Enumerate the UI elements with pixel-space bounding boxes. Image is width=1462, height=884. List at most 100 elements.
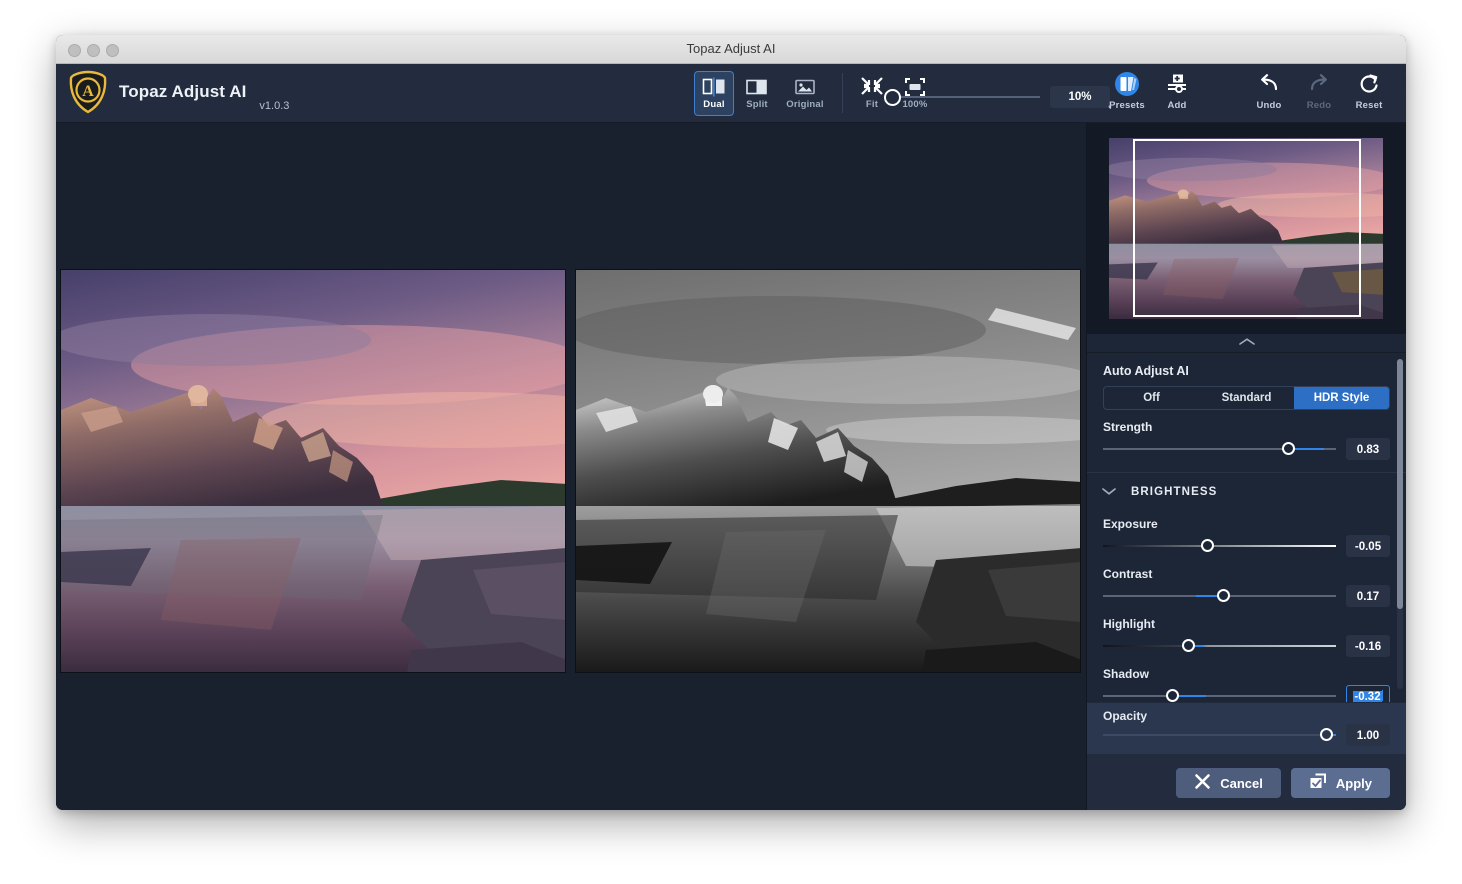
brightness-section-label: BRIGHTNESS <box>1131 486 1217 498</box>
contrast-slider-row: 0.17 <box>1103 585 1390 607</box>
reset-icon <box>1356 71 1382 97</box>
contrast-value-field[interactable]: 0.17 <box>1346 585 1390 607</box>
strength-slider-knob[interactable] <box>1282 442 1295 455</box>
close-x-icon <box>1194 773 1211 793</box>
auto-adjust-mode-standard[interactable]: Standard <box>1199 387 1294 409</box>
cancel-label: Cancel <box>1220 776 1263 791</box>
app-name: Topaz Adjust AI <box>119 82 246 102</box>
opacity-track-bg <box>1103 734 1336 736</box>
shadow-label: Shadow <box>1103 667 1390 681</box>
navigator-panel[interactable] <box>1087 123 1406 334</box>
chevron-down-icon <box>1101 483 1117 501</box>
panel-scrollbar[interactable] <box>1397 359 1403 689</box>
panel-collapse-bar[interactable] <box>1087 334 1406 353</box>
add-adjustment-label: Add <box>1167 100 1186 111</box>
exposure-label: Exposure <box>1103 517 1390 531</box>
opacity-value-field[interactable]: 1.00 <box>1346 724 1390 746</box>
shadow-slider-knob[interactable] <box>1166 689 1179 702</box>
chevron-up-icon <box>1238 334 1256 352</box>
original-image <box>61 270 566 673</box>
image-canvas[interactable] <box>56 123 1087 810</box>
opacity-slider-row: 1.00 <box>1103 725 1390 745</box>
svg-text:A: A <box>82 83 94 100</box>
view-mode-original-label: Original <box>786 99 824 110</box>
app-version: v1.0.3 <box>259 100 289 114</box>
strength-value-field[interactable]: 0.83 <box>1346 438 1390 460</box>
highlight-value-field[interactable]: -0.16 <box>1346 635 1390 657</box>
auto-adjust-mode-off[interactable]: Off <box>1104 387 1199 409</box>
contrast-slider-knob[interactable] <box>1217 589 1230 602</box>
exposure-slider-knob[interactable] <box>1201 539 1214 552</box>
main-toolbar: A Topaz Adjust AI v1.0.3 Dual <box>56 64 1406 123</box>
view-mode-original[interactable]: Original <box>780 71 830 116</box>
zoom-level-value[interactable]: 10% <box>1050 86 1110 108</box>
fit-to-screen-label: Fit <box>866 99 878 110</box>
undo-icon <box>1256 71 1282 97</box>
presets-add-group: Presets ‹ Add <box>1102 71 1202 115</box>
highlight-slider-track[interactable] <box>1103 635 1336 657</box>
window-titlebar: Topaz Adjust AI <box>56 35 1406 64</box>
highlight-track-bg <box>1103 645 1336 647</box>
view-mode-dual[interactable]: Dual <box>694 71 734 116</box>
processed-image-pane[interactable] <box>575 269 1081 673</box>
strength-slider-row: 0.83 <box>1103 438 1390 460</box>
brightness-section-header[interactable]: BRIGHTNESS <box>1087 472 1406 507</box>
strength-label: Strength <box>1103 420 1390 434</box>
highlight-slider-row: -0.16 <box>1103 635 1390 657</box>
auto-adjust-mode-hdr-style[interactable]: HDR Style <box>1294 387 1389 409</box>
undo-label: Undo <box>1256 100 1281 111</box>
original-view-icon <box>793 77 817 97</box>
panel-scrollbar-thumb[interactable] <box>1397 359 1403 609</box>
opacity-bar: Opacity 1.00 <box>1087 702 1406 754</box>
fit-to-screen-icon <box>861 77 883 97</box>
undo-button[interactable]: Undo <box>1244 71 1294 115</box>
opacity-slider-knob[interactable] <box>1320 728 1333 741</box>
contrast-label: Contrast <box>1103 567 1390 581</box>
window-title: Topaz Adjust AI <box>56 35 1406 63</box>
toolbar-divider <box>842 73 843 113</box>
text-caret <box>1382 690 1383 701</box>
split-view-icon <box>745 77 769 97</box>
redo-icon <box>1306 71 1332 97</box>
add-adjustment-button[interactable]: Add <box>1152 71 1202 115</box>
original-image-pane[interactable] <box>60 269 566 673</box>
redo-label: Redo <box>1307 100 1332 111</box>
exposure-slider-track[interactable] <box>1103 535 1336 557</box>
contrast-slider-track[interactable] <box>1103 585 1336 607</box>
cancel-button[interactable]: Cancel <box>1176 768 1281 798</box>
apply-button[interactable]: Apply <box>1291 768 1390 798</box>
add-adjustment-icon <box>1164 71 1190 97</box>
apply-check-icon <box>1309 773 1327 793</box>
opacity-label: Opacity <box>1103 709 1390 723</box>
auto-adjust-mode-segmented: Off Standard HDR Style <box>1103 386 1390 410</box>
navigator-thumbnail[interactable] <box>1109 138 1383 319</box>
application-window: Topaz Adjust AI A Topaz Adjust AI v1.0.3 <box>56 35 1406 810</box>
redo-button[interactable]: Redo <box>1294 71 1344 115</box>
processed-image <box>576 270 1081 673</box>
highlight-label: Highlight <box>1103 617 1390 631</box>
adjustments-panel: Auto Adjust AI Off Standard HDR Style St… <box>1086 123 1406 810</box>
opacity-slider-track[interactable] <box>1103 724 1336 746</box>
strength-slider-track[interactable] <box>1103 438 1336 460</box>
app-brand: A Topaz Adjust AI v1.0.3 <box>68 70 289 114</box>
apply-label: Apply <box>1336 776 1372 791</box>
presets-label: Presets <box>1109 100 1145 111</box>
workspace: Auto Adjust AI Off Standard HDR Style St… <box>56 123 1406 810</box>
reset-label: Reset <box>1356 100 1383 111</box>
exposure-track-bg <box>1103 545 1336 547</box>
presets-icon <box>1114 71 1140 97</box>
presets-button[interactable]: Presets ‹ <box>1102 71 1152 115</box>
zoom-slider-knob[interactable] <box>884 89 901 106</box>
view-mode-split-label: Split <box>746 99 768 110</box>
dual-view-icon <box>702 77 726 97</box>
view-mode-split[interactable]: Split <box>737 71 777 116</box>
navigator-image <box>1109 138 1383 319</box>
topaz-shield-logo-icon: A <box>68 70 108 114</box>
zoom-slider-track[interactable] <box>892 96 1040 98</box>
exposure-value-field[interactable]: -0.05 <box>1346 535 1390 557</box>
presets-chevron-left-icon[interactable]: ‹ <box>1108 101 1112 113</box>
zoom-slider-group: 10% <box>890 86 1110 108</box>
highlight-slider-knob[interactable] <box>1182 639 1195 652</box>
reset-button[interactable]: Reset <box>1344 71 1394 115</box>
view-mode-dual-label: Dual <box>703 99 724 110</box>
